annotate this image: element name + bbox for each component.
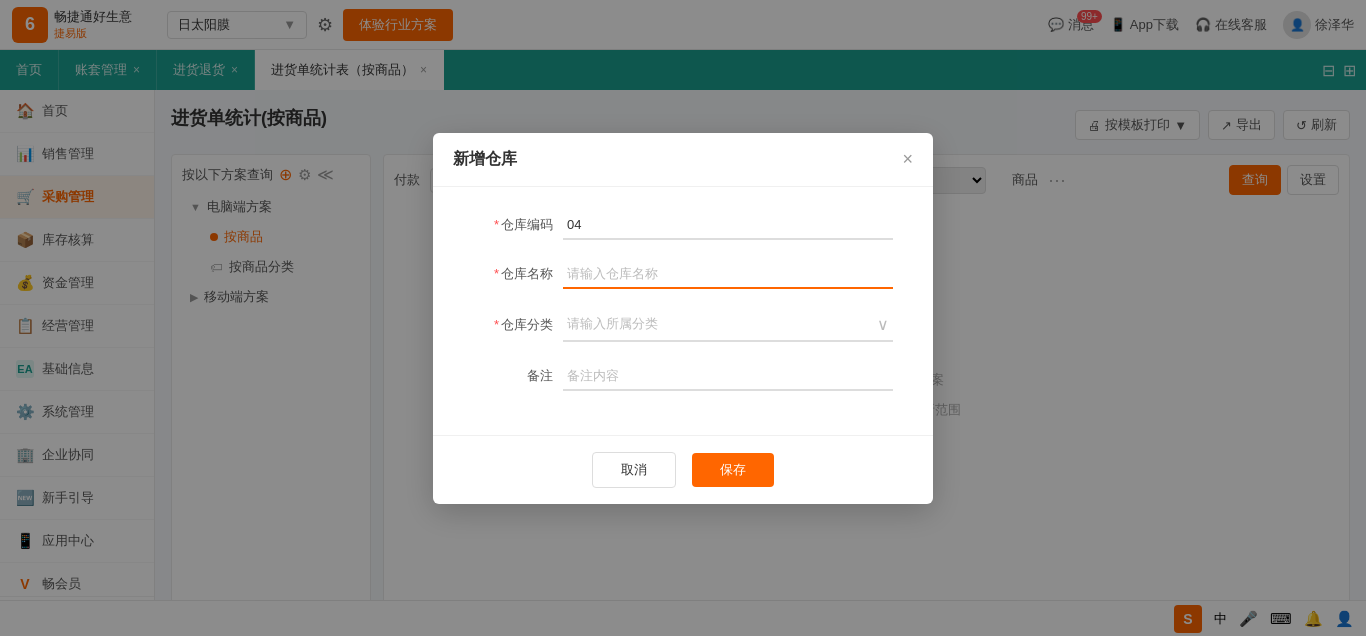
name-input[interactable] [563, 260, 893, 289]
modal-overlay: 新增仓库 × *仓库编码 *仓库名称 *仓库分类 [0, 0, 1366, 636]
category-label: *仓库分类 [473, 316, 553, 334]
name-label: *仓库名称 [473, 265, 553, 283]
code-input[interactable] [563, 211, 893, 240]
form-row-name: *仓库名称 [473, 260, 893, 289]
form-row-remark: 备注 [473, 362, 893, 391]
remark-input[interactable] [563, 362, 893, 391]
modal-close-button[interactable]: × [902, 150, 913, 168]
category-select[interactable]: 请输入所属分类 ∨ [563, 309, 893, 342]
add-warehouse-modal: 新增仓库 × *仓库编码 *仓库名称 *仓库分类 [433, 133, 933, 504]
modal-header: 新增仓库 × [433, 133, 933, 187]
modal-title: 新增仓库 [453, 149, 517, 170]
modal-footer: 取消 保存 [433, 435, 933, 504]
cancel-button[interactable]: 取消 [592, 452, 676, 488]
modal-body: *仓库编码 *仓库名称 *仓库分类 请输入所属分类 ∨ [433, 187, 933, 435]
remark-label: 备注 [473, 367, 553, 385]
code-label: *仓库编码 [473, 216, 553, 234]
form-row-category: *仓库分类 请输入所属分类 ∨ [473, 309, 893, 342]
form-row-code: *仓库编码 [473, 211, 893, 240]
category-dropdown-icon: ∨ [877, 315, 889, 334]
save-button[interactable]: 保存 [692, 453, 774, 487]
